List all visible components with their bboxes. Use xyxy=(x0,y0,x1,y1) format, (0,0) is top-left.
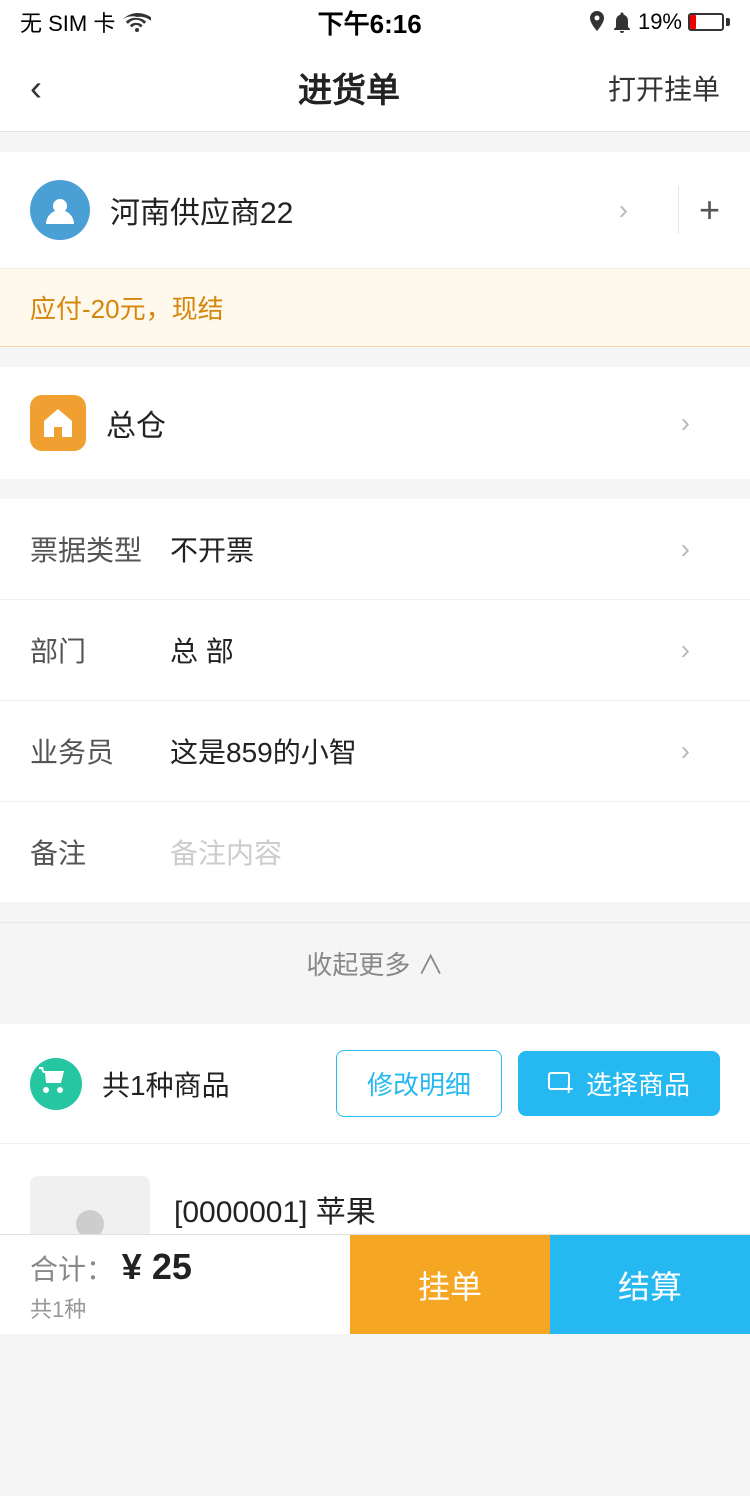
supplier-arrow-icon: › xyxy=(619,194,628,226)
dept-arrow-icon: › xyxy=(681,634,690,666)
warehouse-name: 总仓 xyxy=(106,401,681,445)
nav-bar: ‹ 进货单 打开挂单 xyxy=(0,44,750,132)
status-time: 下午6:16 xyxy=(318,4,422,41)
invoice-row[interactable]: 票据类型 不开票 › xyxy=(0,499,750,600)
hang-order-button[interactable]: 挂单 xyxy=(350,1235,550,1334)
total-amount: ¥ 25 xyxy=(122,1246,192,1287)
collapse-bar[interactable]: 收起更多 ∧ xyxy=(0,922,750,1004)
remark-label: 备注 xyxy=(30,832,150,872)
product-title: 苹果 xyxy=(316,1196,376,1229)
select-product-button[interactable]: + 选择商品 xyxy=(518,1051,720,1116)
select-icon: + xyxy=(548,1072,576,1096)
supplier-notice: 应付-20元，现结 xyxy=(0,269,750,347)
dept-row[interactable]: 部门 总 部 › xyxy=(0,600,750,701)
warehouse-arrow-icon: › xyxy=(681,407,690,439)
remark-input[interactable]: 备注内容 xyxy=(150,832,720,872)
modify-detail-button[interactable]: 修改明细 xyxy=(336,1050,502,1117)
wifi-icon xyxy=(123,12,151,32)
invoice-value: 不开票 xyxy=(150,529,681,569)
sales-label: 业务员 xyxy=(30,731,150,771)
battery-icon xyxy=(688,13,730,31)
warehouse-card: 总仓 › xyxy=(0,367,750,479)
dept-value: 总 部 xyxy=(150,630,681,670)
supplier-row[interactable]: 河南供应商22 › + xyxy=(0,152,750,269)
remark-row[interactable]: 备注 备注内容 xyxy=(0,802,750,902)
carrier-label: 无 SIM 卡 xyxy=(20,6,115,38)
supplier-name: 河南供应商22 xyxy=(110,188,619,232)
location-icon xyxy=(588,11,606,33)
alarm-icon xyxy=(612,11,632,33)
supplier-avatar xyxy=(30,180,90,240)
svg-text:+: + xyxy=(564,1081,573,1096)
form-section: 票据类型 不开票 › 部门 总 部 › 业务员 这是859的小智 › 备注 备注… xyxy=(0,499,750,902)
dept-label: 部门 xyxy=(30,630,150,670)
products-count: 共1种商品 xyxy=(102,1064,336,1104)
status-left: 无 SIM 卡 xyxy=(20,6,151,38)
home-icon xyxy=(40,405,76,441)
cart-icon xyxy=(39,1067,73,1101)
supplier-card: 河南供应商22 › + 应付-20元，现结 xyxy=(0,152,750,347)
invoice-label: 票据类型 xyxy=(30,529,150,569)
product-code: [0000001] xyxy=(174,1196,316,1229)
sales-arrow-icon: › xyxy=(681,735,690,767)
warehouse-row[interactable]: 总仓 › xyxy=(0,367,750,479)
add-supplier-button[interactable]: + xyxy=(699,189,720,231)
total-area: 合计： ¥ 25 共1种 xyxy=(0,1235,350,1334)
checkout-button[interactable]: 结算 xyxy=(550,1235,750,1334)
status-right: 19% xyxy=(588,9,730,35)
warehouse-icon xyxy=(30,395,86,451)
divider xyxy=(678,186,679,234)
total-main: 合计： ¥ 25 xyxy=(30,1246,320,1288)
status-bar: 无 SIM 卡 下午6:16 19% xyxy=(0,0,750,44)
sales-row[interactable]: 业务员 这是859的小智 › xyxy=(0,701,750,802)
invoice-arrow-icon: › xyxy=(681,533,690,565)
sales-value: 这是859的小智 xyxy=(150,731,681,771)
total-sub: 共1种 xyxy=(30,1292,320,1324)
bottom-bar: 合计： ¥ 25 共1种 挂单 结算 xyxy=(0,1234,750,1334)
person-icon xyxy=(42,192,78,228)
product-name: [0000001] 苹果 xyxy=(174,1187,682,1231)
products-icon xyxy=(30,1058,82,1110)
back-button[interactable]: ‹ xyxy=(30,67,90,109)
open-pending-button[interactable]: 打开挂单 xyxy=(608,68,720,108)
products-header: 共1种商品 修改明细 + 选择商品 xyxy=(0,1024,750,1144)
page-title: 进货单 xyxy=(298,63,400,112)
battery-percent: 19% xyxy=(638,9,682,35)
total-label: 合计： xyxy=(30,1254,114,1285)
